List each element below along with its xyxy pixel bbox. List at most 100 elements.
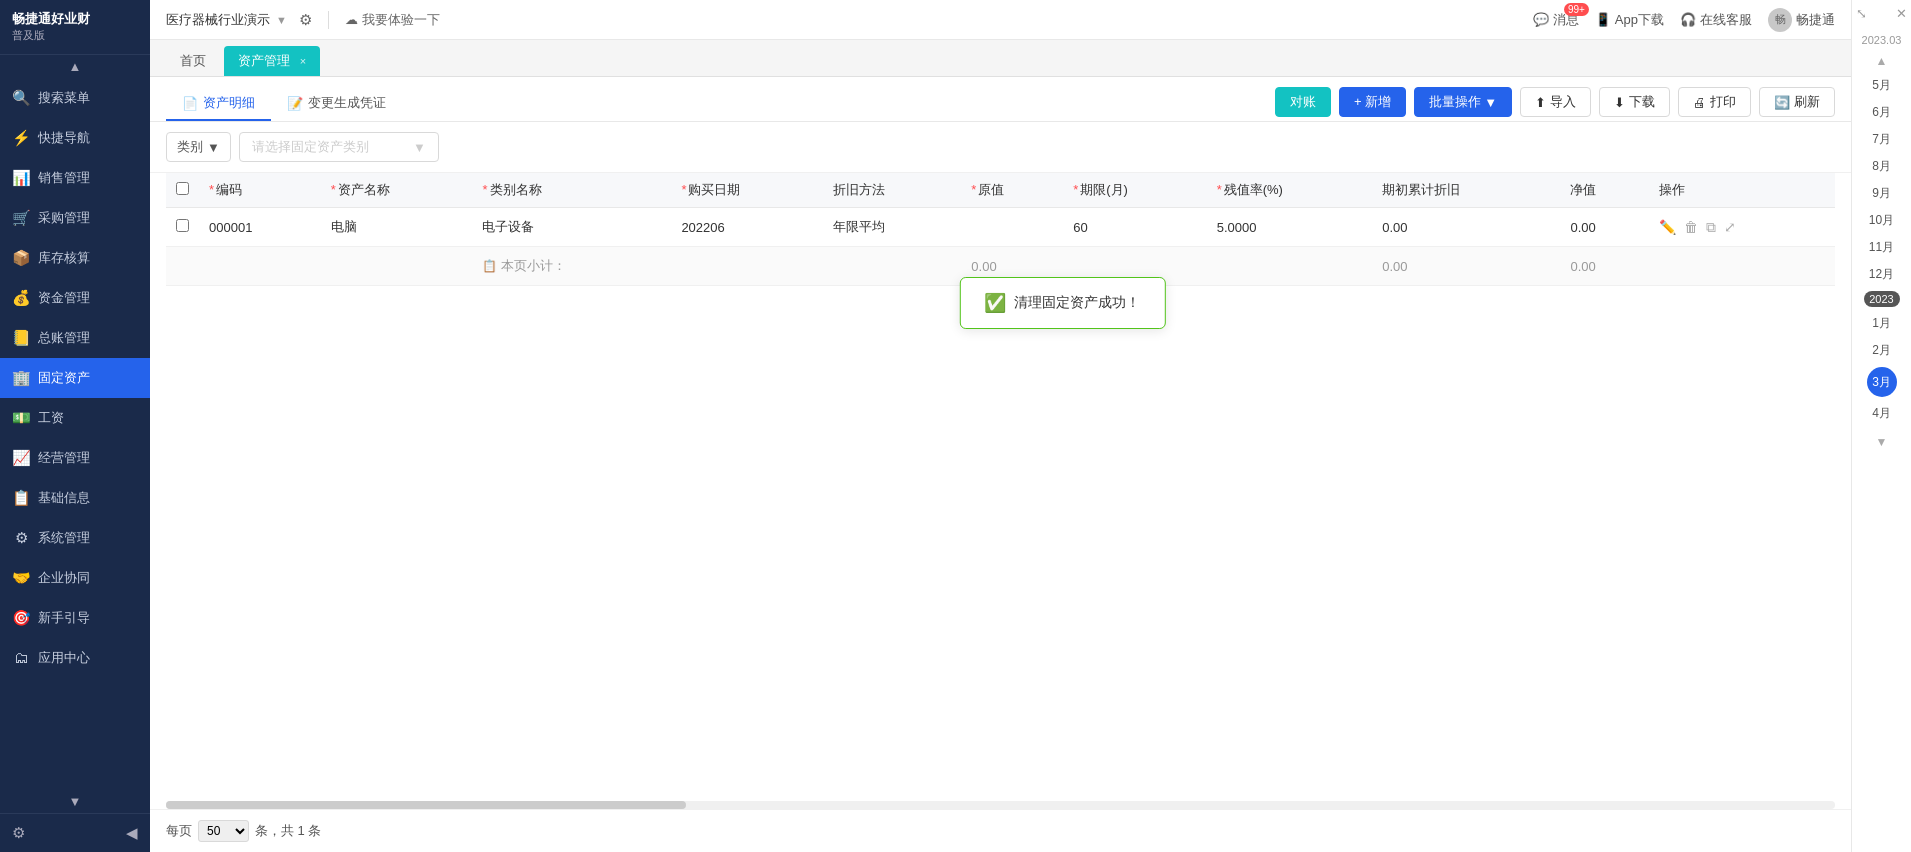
header-period: *期限(月) (1063, 173, 1206, 208)
header-original-value: *原值 (961, 173, 1063, 208)
tab-close-icon[interactable]: × (300, 55, 306, 67)
experience-button[interactable]: ☁ 我要体验一下 (345, 11, 440, 29)
sidebar-item-ledger[interactable]: 📒 总账管理 (0, 318, 150, 358)
select-all-checkbox[interactable] (176, 182, 189, 195)
batch-operation-button[interactable]: 批量操作 ▼ (1414, 87, 1512, 117)
messages-icon: 💬 (1533, 12, 1549, 27)
subtabs: 📄 资产明细 📝 变更生成凭证 对账 + 新增 批量操作 ▼ (150, 77, 1851, 122)
service-icon: 🎧 (1680, 12, 1696, 27)
row-net-value: 0.00 (1560, 208, 1648, 247)
timeline-month-1[interactable]: 1月 (1852, 310, 1911, 337)
new-button[interactable]: + 新增 (1339, 87, 1406, 117)
sidebar-item-salary[interactable]: 💵 工资 (0, 398, 150, 438)
horizontal-scrollbar[interactable] (166, 801, 1835, 809)
assets-table: *编码 *资产名称 *类别名称 *购买日期 折旧方法 *原值 *期限(月) *残… (166, 173, 1835, 286)
settings-icon[interactable]: ⚙ (12, 824, 25, 842)
timeline-month-4[interactable]: 4月 (1852, 400, 1911, 427)
timeline-month-8[interactable]: 8月 (1852, 153, 1911, 180)
sidebar-item-search[interactable]: 🔍 搜索菜单 (0, 78, 150, 118)
copy-icon[interactable]: ⧉ (1706, 219, 1716, 236)
row-checkbox[interactable] (166, 208, 199, 247)
scrollbar-thumb[interactable] (166, 801, 686, 809)
sidebar-item-basic-info[interactable]: 📋 基础信息 (0, 478, 150, 518)
sidebar-scroll-up[interactable]: ▲ (0, 55, 150, 78)
timeline-month-5[interactable]: 5月 (1852, 72, 1911, 99)
sidebar-item-quick-nav[interactable]: ⚡ 快捷导航 (0, 118, 150, 158)
header-category: *类别名称 (472, 173, 671, 208)
timeline-month-9[interactable]: 9月 (1852, 180, 1911, 207)
subtotal-label: 本页小计： (501, 258, 566, 273)
sidebar-item-inventory[interactable]: 📦 库存核算 (0, 238, 150, 278)
company-selector[interactable]: 医疗器械行业演示 ▼ (166, 11, 287, 29)
timeline-year-2023[interactable]: 2023 (1864, 291, 1900, 307)
header-code: *编码 (199, 173, 321, 208)
topbar-settings-icon[interactable]: ⚙ (299, 11, 312, 29)
close-panel-icon[interactable]: ✕ (1896, 6, 1907, 21)
sidebar-item-purchase[interactable]: 🛒 采购管理 (0, 198, 150, 238)
search-icon: 🔍 (12, 89, 30, 107)
sidebar-item-guide[interactable]: 🎯 新手引导 (0, 598, 150, 638)
subtotal-initial-depreciation: 0.00 (1372, 247, 1560, 286)
system-icon: ⚙ (12, 529, 30, 547)
timeline-down-icon[interactable]: ▼ (1872, 431, 1892, 453)
per-page-select[interactable]: 50 10 20 100 (198, 820, 249, 842)
more-icon[interactable]: ⤢ (1724, 219, 1736, 236)
print-button[interactable]: 🖨 打印 (1678, 87, 1751, 117)
delete-icon[interactable]: 🗑 (1684, 219, 1698, 236)
basic-info-icon: 📋 (12, 489, 30, 507)
main-area: 医疗器械行业演示 ▼ ⚙ ☁ 我要体验一下 💬 消息 99+ 📱 App下载 🎧… (150, 0, 1851, 852)
sidebar-item-capital[interactable]: 💰 资金管理 (0, 278, 150, 318)
header-purchase-date: *购买日期 (671, 173, 823, 208)
tabs-bar: 首页 资产管理 × (150, 40, 1851, 77)
timeline-up-icon[interactable]: ▲ (1872, 50, 1892, 72)
subtab-asset-detail[interactable]: 📄 资产明细 (166, 87, 271, 121)
toast-message: 清理固定资产成功！ (1014, 294, 1140, 312)
header-name: *资产名称 (321, 173, 473, 208)
topbar: 医疗器械行业演示 ▼ ⚙ ☁ 我要体验一下 💬 消息 99+ 📱 App下载 🎧… (150, 0, 1851, 40)
timeline-month-12[interactable]: 12月 (1852, 261, 1911, 288)
row-residual-rate: 5.0000 (1207, 208, 1373, 247)
timeline-month-11[interactable]: 11月 (1852, 234, 1911, 261)
sidebar-menu: 🔍 搜索菜单 ⚡ 快捷导航 📊 销售管理 🛒 采购管理 📦 库存核算 💰 资金管… (0, 78, 150, 790)
header-action: 操作 (1649, 173, 1835, 208)
timeline-month-7[interactable]: 7月 (1852, 126, 1911, 153)
expand-panel-icon[interactable]: ⤡ (1856, 6, 1867, 21)
print-icon: 🖨 (1693, 95, 1706, 110)
sidebar-scroll-down[interactable]: ▼ (0, 790, 150, 813)
header-checkbox[interactable] (166, 173, 199, 208)
sidebar-item-system[interactable]: ⚙ 系统管理 (0, 518, 150, 558)
subtab-change-voucher[interactable]: 📝 变更生成凭证 (271, 87, 402, 121)
messages-button[interactable]: 💬 消息 99+ (1533, 11, 1579, 29)
salary-icon: 💵 (12, 409, 30, 427)
timeline-month-2[interactable]: 2月 (1852, 337, 1911, 364)
row-initial-depreciation: 0.00 (1372, 208, 1560, 247)
reconcile-button[interactable]: 对账 (1275, 87, 1331, 117)
filter-chevron-icon: ▼ (207, 140, 220, 155)
sidebar-item-sales[interactable]: 📊 销售管理 (0, 158, 150, 198)
tab-home[interactable]: 首页 (166, 46, 220, 76)
sidebar-item-operations[interactable]: 📈 经营管理 (0, 438, 150, 478)
import-button[interactable]: ⬆ 导入 (1520, 87, 1591, 117)
download-button[interactable]: ⬇ 下载 (1599, 87, 1670, 117)
app-center-icon: 🗂 (12, 649, 30, 666)
online-service-button[interactable]: 🎧 在线客服 (1680, 11, 1752, 29)
timeline-month-6[interactable]: 6月 (1852, 99, 1911, 126)
sidebar-item-app-center[interactable]: 🗂 应用中心 (0, 638, 150, 678)
input-chevron-icon: ▼ (413, 140, 426, 155)
user-menu[interactable]: 畅 畅捷通 (1768, 8, 1835, 32)
category-input[interactable]: 请选择固定资产类别 ▼ (239, 132, 439, 162)
app-download-button[interactable]: 📱 App下载 (1595, 11, 1664, 29)
timeline-month-3-active[interactable]: 3月 (1867, 367, 1897, 397)
timeline-panel: ✕ ⤡ 2023.03 ▲ 5月 6月 7月 8月 9月 10月 11月 12月… (1851, 0, 1911, 852)
timeline-month-10[interactable]: 10月 (1852, 207, 1911, 234)
row-name: 电脑 (321, 208, 473, 247)
subtotal-net-value: 0.00 (1560, 247, 1648, 286)
category-filter[interactable]: 类别 ▼ (166, 132, 231, 162)
tab-asset-management[interactable]: 资产管理 × (224, 46, 320, 76)
edit-icon[interactable]: ✏️ (1659, 219, 1676, 236)
sidebar-item-fixed-assets[interactable]: 🏢 固定资产 (0, 358, 150, 398)
sidebar-item-enterprise[interactable]: 🤝 企业协同 (0, 558, 150, 598)
refresh-button[interactable]: 🔄 刷新 (1759, 87, 1835, 117)
collapse-icon[interactable]: ◀ (126, 824, 138, 842)
per-page-label: 每页 (166, 822, 192, 840)
